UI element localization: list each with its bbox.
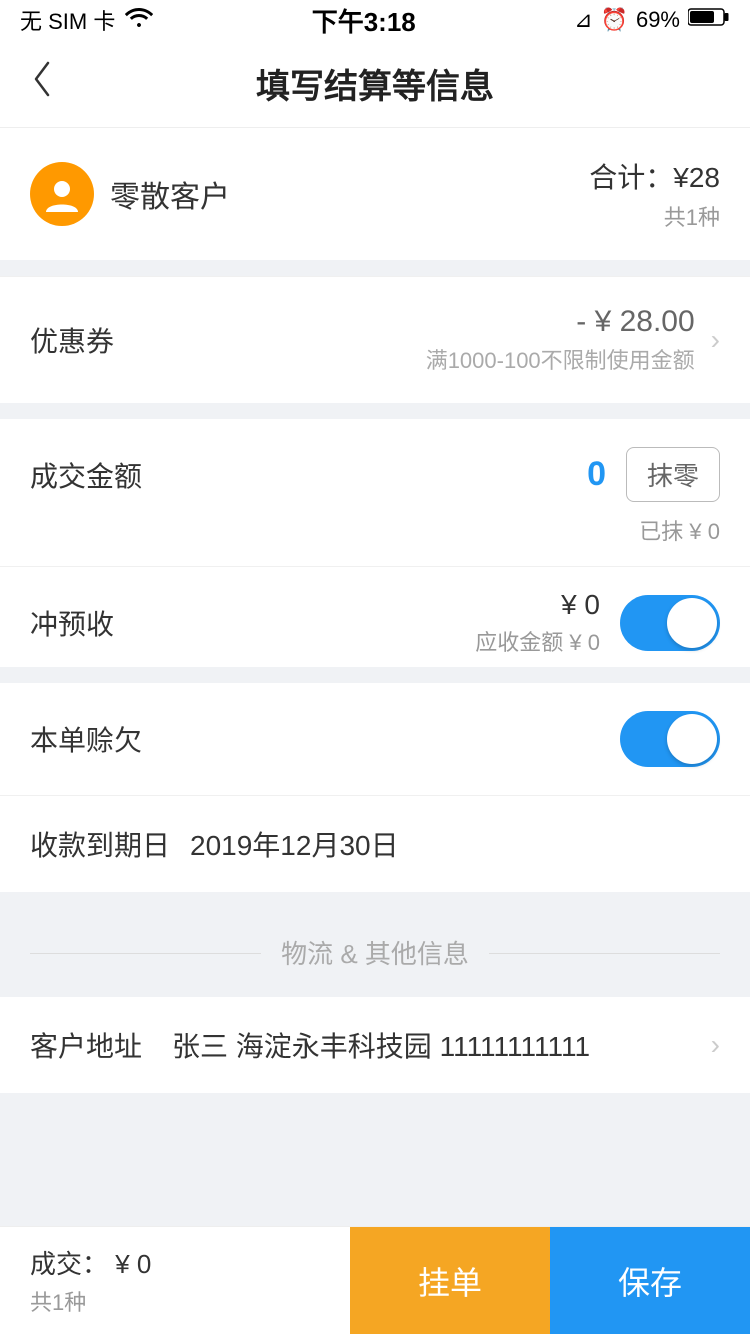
battery-text: 69% <box>636 7 680 33</box>
customer-row: 零散客户 合计：¥28 共1种 <box>0 128 750 260</box>
total-amount: 合计：¥28 <box>589 156 720 196</box>
advance-label: 冲预收 <box>30 603 114 643</box>
deal-amount-label: 成交金额 <box>30 455 142 495</box>
debt-label: 本单赊欠 <box>30 719 142 759</box>
battery-icon <box>688 7 730 33</box>
total-count: 共1种 <box>589 200 720 232</box>
alarm-icon: ⏰ <box>601 7 628 33</box>
debt-toggle[interactable] <box>620 711 720 767</box>
round-zero-button[interactable]: 抹零 <box>626 447 720 502</box>
wifi-icon <box>125 7 153 33</box>
save-button[interactable]: 保存 <box>550 1227 750 1334</box>
due-date-row: 收款到期日 2019年12月30日 <box>0 795 750 892</box>
debt-toggle-knob <box>667 714 717 764</box>
bottom-summary: 成交： ¥ 0 共1种 <box>0 1244 350 1317</box>
debt-section: 本单赊欠 收款到期日 2019年12月30日 <box>0 683 750 892</box>
coupon-section: 优惠券 - ¥ 28.00 满1000-100不限制使用金额 › <box>0 276 750 403</box>
advance-toggle[interactable] <box>620 595 720 651</box>
bottom-bar: 成交： ¥ 0 共1种 挂单 保存 <box>0 1226 750 1334</box>
deal-amount-value: 0 <box>587 455 606 494</box>
coupon-row[interactable]: 优惠券 - ¥ 28.00 满1000-100不限制使用金额 › <box>0 276 750 403</box>
advance-right: ¥ 0 应收金额 ¥ 0 <box>475 589 720 657</box>
deal-right: 0 抹零 <box>587 447 720 502</box>
page-title: 填写结算等信息 <box>256 59 494 108</box>
advance-amount: ¥ 0 <box>475 589 600 621</box>
chevron-right-icon: › <box>711 324 720 356</box>
logistics-header: 物流 & 其他信息 <box>0 908 750 997</box>
status-bar: 无 SIM 卡 下午3:18 ⊿ ⏰ 69% <box>0 0 750 40</box>
divider <box>0 892 750 908</box>
bottom-deal-label: 成交： <box>30 1249 108 1279</box>
avatar <box>30 162 94 226</box>
address-section: 客户地址 张三 海淀永丰科技园 11111111111 › <box>0 997 750 1093</box>
bottom-spacer <box>0 1109 750 1229</box>
coupon-value-block: - ¥ 28.00 满1000-100不限制使用金额 <box>426 305 695 375</box>
coupon-desc: 满1000-100不限制使用金额 <box>426 343 695 375</box>
bottom-deal-text: 成交： ¥ 0 <box>30 1244 320 1281</box>
coupon-label: 优惠券 <box>30 320 114 360</box>
no-sim-text: 无 SIM 卡 <box>20 4 115 36</box>
bottom-count: 共1种 <box>30 1285 320 1317</box>
customer-right: 合计：¥28 共1种 <box>589 156 720 232</box>
status-left: 无 SIM 卡 <box>20 4 153 36</box>
advance-row: 冲预收 ¥ 0 应收金额 ¥ 0 <box>0 566 750 667</box>
customer-name: 零散客户 <box>110 172 230 216</box>
advance-value-block: ¥ 0 应收金额 ¥ 0 <box>475 589 600 657</box>
hold-button[interactable]: 挂单 <box>350 1227 550 1334</box>
location-icon: ⊿ <box>574 7 592 33</box>
deal-amount-row: 成交金额 0 抹零 <box>0 419 750 514</box>
status-time: 下午3:18 <box>312 2 416 39</box>
due-date-value: 2019年12月30日 <box>190 824 399 864</box>
address-value: 张三 海淀永丰科技园 11111111111 <box>172 1025 711 1065</box>
nav-bar: 填写结算等信息 <box>0 40 750 128</box>
customer-section: 零散客户 合计：¥28 共1种 <box>0 128 750 260</box>
deal-sub-text: 已抹 ¥ 0 <box>639 519 720 544</box>
status-right: ⊿ ⏰ 69% <box>574 7 730 33</box>
logistics-title: 物流 & 其他信息 <box>261 934 489 971</box>
deal-section: 成交金额 0 抹零 已抹 ¥ 0 冲预收 ¥ 0 应收金额 ¥ 0 <box>0 419 750 667</box>
coupon-right: - ¥ 28.00 满1000-100不限制使用金额 › <box>426 305 720 375</box>
due-date-label: 收款到期日 <box>30 824 170 864</box>
coupon-value: - ¥ 28.00 <box>426 305 695 339</box>
debt-row: 本单赊欠 <box>0 683 750 795</box>
address-chevron-icon: › <box>711 1029 720 1061</box>
address-label: 客户地址 <box>30 1025 142 1065</box>
deal-sub: 已抹 ¥ 0 <box>0 514 750 566</box>
address-row[interactable]: 客户地址 张三 海淀永丰科技园 11111111111 › <box>0 997 750 1093</box>
bottom-deal-amount: ¥ 0 <box>115 1249 151 1279</box>
advance-desc: 应收金额 ¥ 0 <box>475 625 600 657</box>
toggle-knob <box>667 598 717 648</box>
back-button[interactable] <box>30 59 54 108</box>
customer-left: 零散客户 <box>30 162 230 226</box>
